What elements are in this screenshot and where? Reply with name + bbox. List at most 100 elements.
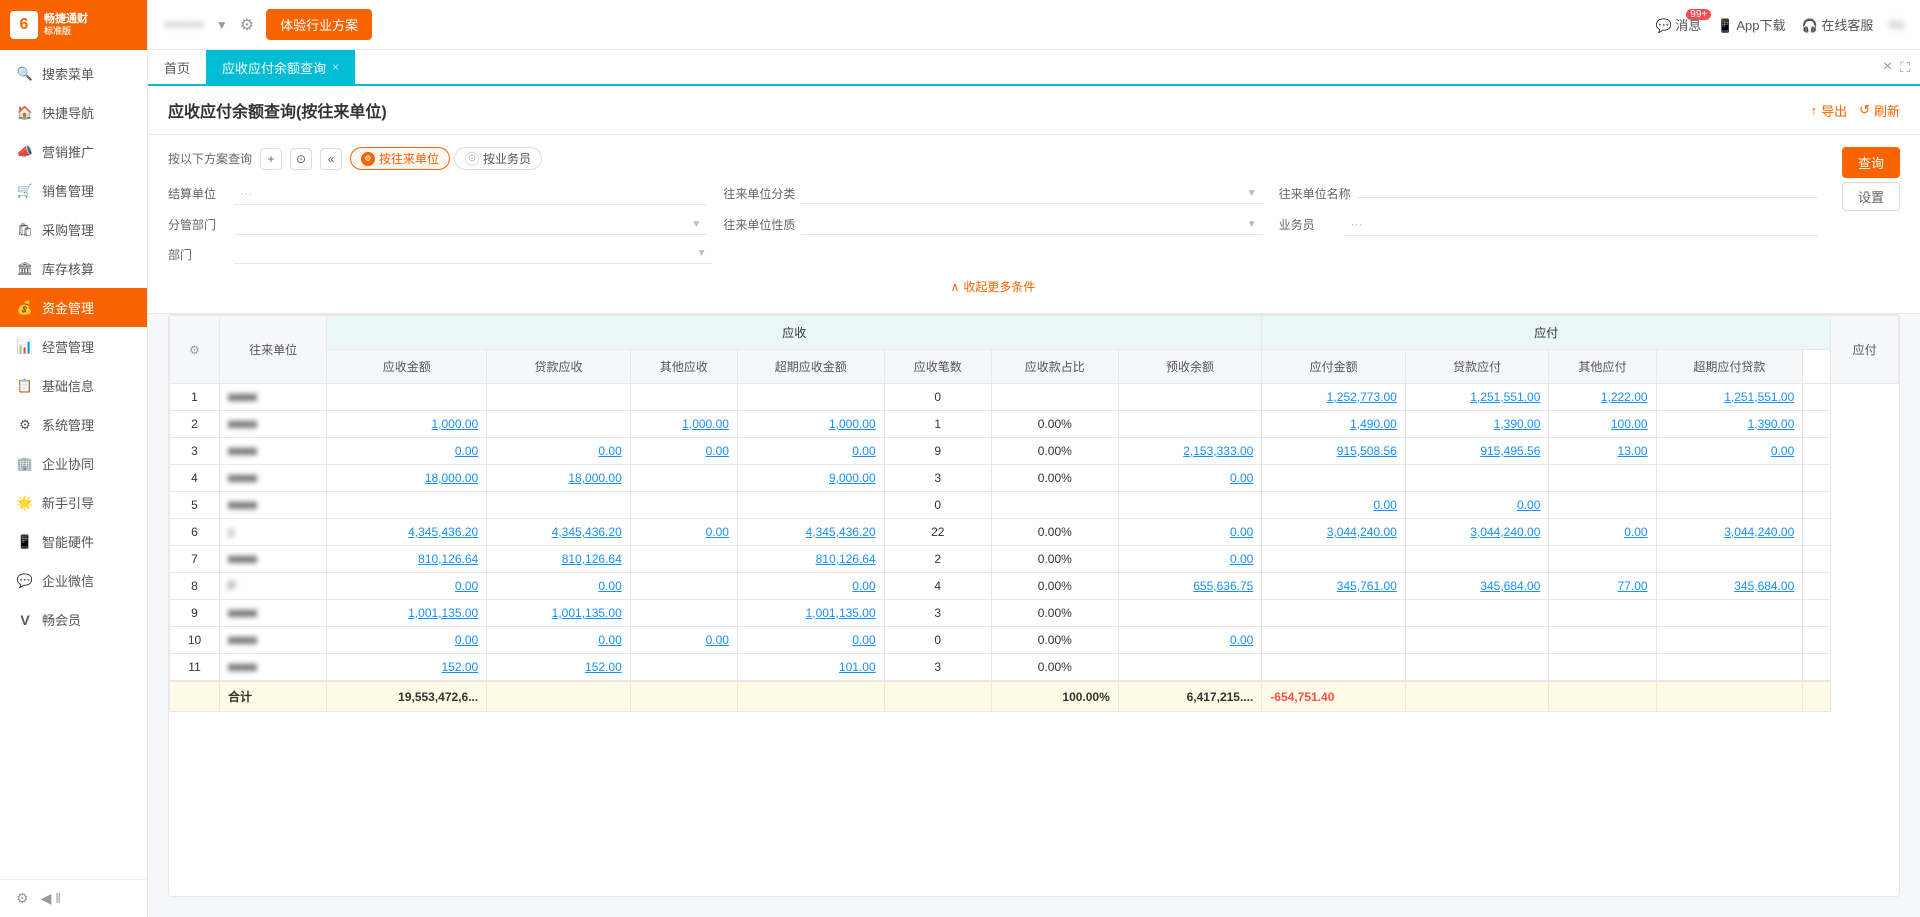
- table-cell[interactable]: 77.00: [1549, 573, 1656, 600]
- partner-nature-select[interactable]: ▼: [801, 215, 1262, 235]
- table-cell[interactable]: 0.00: [1118, 519, 1262, 546]
- scheme-tag-partner[interactable]: ⚙ 按往来单位: [350, 147, 450, 170]
- table-cell[interactable]: 0.00: [1118, 627, 1262, 654]
- sidebar-item-search[interactable]: 🔍 搜索菜单: [0, 54, 147, 93]
- partner-name-input[interactable]: [1357, 189, 1818, 198]
- table-cell[interactable]: 152.00: [487, 654, 631, 682]
- sidebar-item-system[interactable]: ⚙ 系统管理: [0, 405, 147, 444]
- table-cell[interactable]: 0.00: [1262, 492, 1406, 519]
- table-cell[interactable]: 810,126.64: [487, 546, 631, 573]
- sidebar-item-basic[interactable]: 📋 基础信息: [0, 366, 147, 405]
- online-service-btn[interactable]: 🎧 在线客服: [1802, 15, 1874, 34]
- table-cell[interactable]: 655,636.75: [1118, 573, 1262, 600]
- settings-footer-btn[interactable]: ⚙: [16, 890, 29, 907]
- footer-ar-amount[interactable]: 19,553,472,6...: [327, 681, 487, 712]
- sidebar-item-corp[interactable]: 🏢 企业协同: [0, 444, 147, 483]
- table-cell[interactable]: 915,495.56: [1405, 438, 1549, 465]
- table-cell[interactable]: 0.00: [630, 627, 737, 654]
- query-button[interactable]: 查询: [1842, 147, 1900, 178]
- table-cell[interactable]: 1,000.00: [630, 411, 737, 438]
- table-cell[interactable]: 0.00: [327, 438, 487, 465]
- table-cell[interactable]: 1,222.00: [1549, 384, 1656, 411]
- table-cell[interactable]: 152.00: [327, 654, 487, 682]
- table-cell[interactable]: 9,000.00: [737, 465, 884, 492]
- table-cell[interactable]: 0.00: [1118, 465, 1262, 492]
- table-cell[interactable]: 4,345,436.20: [487, 519, 631, 546]
- managed-dept-select[interactable]: ▼: [234, 215, 707, 235]
- sidebar-item-warehouse[interactable]: 🏛 库存核算: [0, 249, 147, 288]
- table-cell[interactable]: 0.00: [487, 573, 631, 600]
- table-cell[interactable]: 101.00: [737, 654, 884, 682]
- footer-ar-prepay[interactable]: 6,417,215....: [1118, 681, 1262, 712]
- table-cell[interactable]: 0.00: [1118, 546, 1262, 573]
- refresh-button[interactable]: ↺ 刷新: [1859, 101, 1900, 120]
- sidebar-item-quicknav[interactable]: 🏠 快捷导航: [0, 93, 147, 132]
- salesperson-input[interactable]: ···: [1345, 213, 1818, 236]
- table-cell[interactable]: 100.00: [1549, 411, 1656, 438]
- table-cell[interactable]: 3,044,240.00: [1262, 519, 1406, 546]
- table-cell[interactable]: 1,001,135.00: [737, 600, 884, 627]
- scheme-tag-salesperson[interactable]: ⊙ 按业务员: [454, 147, 542, 170]
- maximize-icon[interactable]: ⛶: [1900, 59, 1910, 76]
- table-cell[interactable]: 3,044,240.00: [1405, 519, 1549, 546]
- table-cell[interactable]: 1,001,135.00: [327, 600, 487, 627]
- table-cell[interactable]: 915,508.56: [1262, 438, 1406, 465]
- table-cell[interactable]: 0.00: [737, 438, 884, 465]
- table-cell[interactable]: 1,000.00: [737, 411, 884, 438]
- table-cell[interactable]: 1,252,773.00: [1262, 384, 1406, 411]
- table-settings-icon[interactable]: ⚙: [189, 343, 200, 357]
- table-cell[interactable]: 2,153,333.00: [1118, 438, 1262, 465]
- table-cell[interactable]: 0.00: [1549, 519, 1656, 546]
- sidebar-item-operation[interactable]: 📊 经营管理: [0, 327, 147, 366]
- message-btn[interactable]: 💬 消息 99+: [1655, 15, 1701, 34]
- collapse-sidebar-btn[interactable]: ◀ ‖: [41, 890, 61, 907]
- sidebar-item-guide[interactable]: 🌟 新手引导: [0, 483, 147, 522]
- table-cell[interactable]: 1,251,551.00: [1656, 384, 1803, 411]
- tab-balance[interactable]: 应收应付余额查询 ×: [206, 50, 355, 86]
- topbar-gear-icon[interactable]: ⚙: [240, 15, 254, 35]
- table-cell[interactable]: 0.00: [1405, 492, 1549, 519]
- table-cell[interactable]: 0.00: [737, 627, 884, 654]
- table-cell[interactable]: 1,390.00: [1405, 411, 1549, 438]
- table-cell[interactable]: 1,000.00: [327, 411, 487, 438]
- table-cell[interactable]: 13.00: [1549, 438, 1656, 465]
- table-cell[interactable]: 18,000.00: [327, 465, 487, 492]
- table-cell[interactable]: 0.00: [1656, 438, 1803, 465]
- table-cell[interactable]: 810,126.64: [737, 546, 884, 573]
- sidebar-item-member[interactable]: V 畅会员: [0, 600, 147, 639]
- partner-category-select[interactable]: ▼: [801, 184, 1262, 204]
- breadcrumb-dropdown[interactable]: ▼: [216, 18, 228, 32]
- table-cell[interactable]: 4,345,436.20: [737, 519, 884, 546]
- scheme-back-btn[interactable]: «: [320, 148, 342, 170]
- table-cell[interactable]: 0.00: [487, 627, 631, 654]
- dept-select[interactable]: ▼: [234, 244, 712, 264]
- table-cell[interactable]: 1,001,135.00: [487, 600, 631, 627]
- table-cell[interactable]: 0.00: [630, 519, 737, 546]
- sidebar-item-hardware[interactable]: 📱 智能硬件: [0, 522, 147, 561]
- table-cell[interactable]: 0.00: [327, 627, 487, 654]
- table-cell[interactable]: 0.00: [487, 438, 631, 465]
- table-cell[interactable]: 4,345,436.20: [327, 519, 487, 546]
- app-download-btn[interactable]: 📱 App下载: [1717, 15, 1785, 34]
- table-cell[interactable]: 18,000.00: [487, 465, 631, 492]
- sidebar-item-finance[interactable]: 💰 资金管理: [0, 288, 147, 327]
- sidebar-item-wechat[interactable]: 💬 企业微信: [0, 561, 147, 600]
- table-cell[interactable]: 345,684.00: [1405, 573, 1549, 600]
- collapse-filters-btn[interactable]: ∧ 收起更多条件: [168, 272, 1818, 301]
- table-cell[interactable]: 3,044,240.00: [1656, 519, 1803, 546]
- sidebar-item-marketing[interactable]: 📣 营销推广: [0, 132, 147, 171]
- table-cell[interactable]: 1,251,551.00: [1405, 384, 1549, 411]
- settlement-unit-input[interactable]: ···: [234, 182, 707, 205]
- tab-close-icon[interactable]: ×: [332, 60, 339, 74]
- table-cell[interactable]: 0.00: [630, 438, 737, 465]
- promo-button[interactable]: 体验行业方案: [266, 9, 372, 40]
- sidebar-item-purchase[interactable]: 🛍 采购管理: [0, 210, 147, 249]
- table-cell[interactable]: 345,761.00: [1262, 573, 1406, 600]
- close-window-icon[interactable]: ×: [1883, 58, 1892, 76]
- table-cell[interactable]: 0.00: [327, 573, 487, 600]
- table-cell[interactable]: 810,126.64: [327, 546, 487, 573]
- tab-home[interactable]: 首页: [148, 50, 206, 86]
- table-cell[interactable]: 345,684.00: [1656, 573, 1803, 600]
- user-info[interactable]: Rit: [1889, 18, 1904, 32]
- table-cell[interactable]: 0.00: [737, 573, 884, 600]
